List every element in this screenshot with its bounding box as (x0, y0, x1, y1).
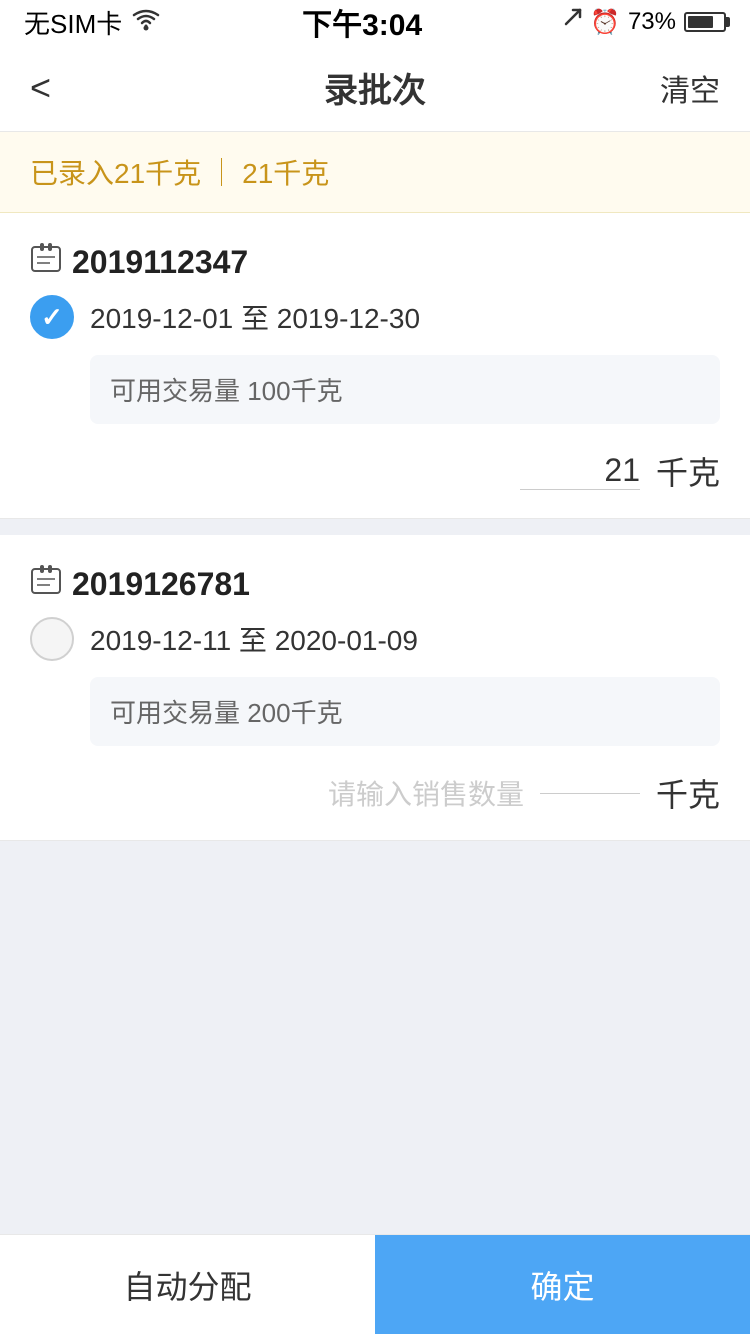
batch-header-2: 2019126781 (30, 565, 720, 603)
alarm-icon: ⏰ (590, 8, 620, 37)
batch-date-1: 2019-12-01 至 2019-12-30 (90, 297, 420, 337)
batch-icon-2 (30, 565, 62, 603)
qty-placeholder-text-2: 请输入销售数量 (328, 773, 524, 813)
batch-number-2: 2019126781 (72, 566, 250, 603)
batch-date-row-2[interactable]: 2019-12-11 至 2020-01-09 (30, 617, 720, 661)
qty-row-1: 千克 (0, 424, 750, 519)
status-time: 下午3:04 (302, 0, 422, 44)
back-button[interactable]: < (30, 67, 90, 109)
batch-card-2: 2019126781 2019-12-11 至 2020-01-09 可用交易量… (0, 535, 750, 841)
location-icon (564, 8, 582, 37)
status-bar: 无SIM卡 下午3:04 ⏰ 73% (0, 0, 750, 44)
batch-date-row-1[interactable]: 2019-12-01 至 2019-12-30 (30, 295, 720, 339)
qty-unit-1: 千克 (656, 448, 720, 494)
radio-button-2[interactable] (30, 617, 74, 661)
batch-item-1: 2019112347 2019-12-01 至 2019-12-30 可用交易量… (0, 213, 750, 424)
batch-separator (0, 519, 750, 535)
carrier-text: 无SIM卡 (24, 4, 122, 41)
available-qty-1: 可用交易量 100千克 (90, 355, 720, 424)
batch-card-1: 2019112347 2019-12-01 至 2019-12-30 可用交易量… (0, 213, 750, 519)
radio-button-1[interactable] (30, 295, 74, 339)
info-bar: 已录入21千克 21千克 (0, 132, 750, 213)
bottom-bar: 自动分配 确定 (0, 1234, 750, 1334)
page-title: 录批次 (324, 63, 426, 112)
status-right: ⏰ 73% (564, 8, 726, 37)
auto-distribute-button[interactable]: 自动分配 (0, 1235, 375, 1334)
battery-icon (684, 12, 726, 32)
info-amount: 21千克 (242, 152, 329, 192)
recorded-label: 已录入21千克 (30, 152, 201, 192)
batch-icon-1 (30, 243, 62, 281)
status-left: 无SIM卡 (24, 4, 160, 41)
qty-input-1[interactable] (520, 452, 640, 490)
batch-item-2: 2019126781 2019-12-11 至 2020-01-09 可用交易量… (0, 535, 750, 746)
qty-placeholder-row-2: 请输入销售数量 千克 (0, 746, 750, 841)
nav-bar: < 录批次 清空 (0, 44, 750, 132)
batch-date-2: 2019-12-11 至 2020-01-09 (90, 619, 418, 659)
empty-area (0, 841, 750, 1301)
batch-number-1: 2019112347 (72, 244, 248, 281)
clear-button[interactable]: 清空 (660, 66, 720, 110)
wifi-icon (132, 7, 160, 38)
confirm-button[interactable]: 确定 (375, 1235, 750, 1334)
available-qty-2: 可用交易量 200千克 (90, 677, 720, 746)
battery-percent: 73% (628, 8, 676, 36)
qty-unit-2: 千克 (656, 770, 720, 816)
battery-fill (688, 16, 713, 28)
info-divider (221, 158, 222, 186)
batch-header-1: 2019112347 (30, 243, 720, 281)
